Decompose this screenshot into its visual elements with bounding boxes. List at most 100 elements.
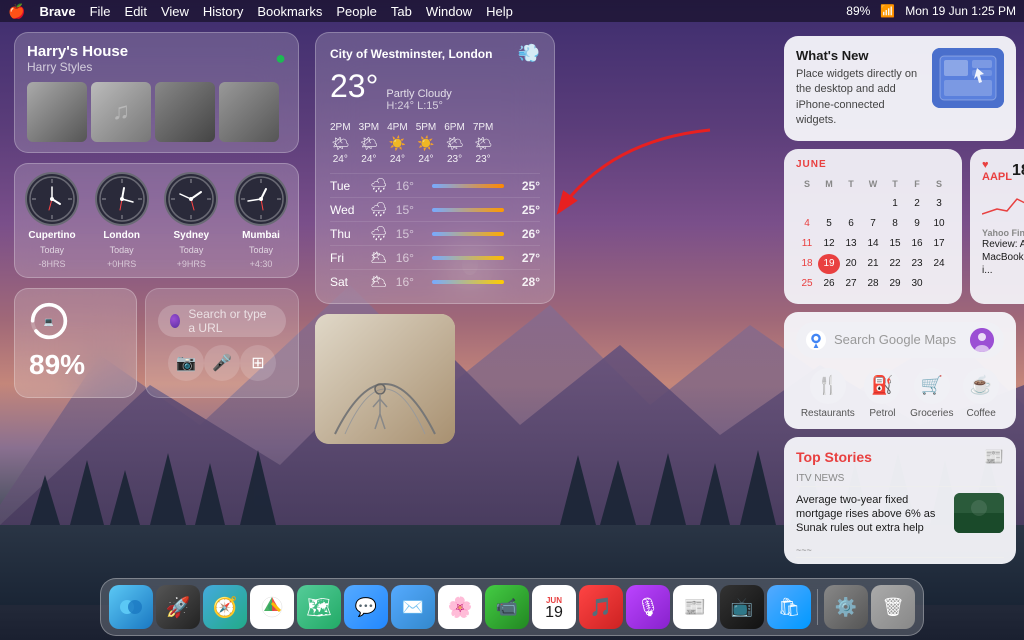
cal-hdr-tue: T — [840, 174, 862, 194]
weather-time-4: 5PM — [416, 122, 437, 133]
mic-icon[interactable]: 🎤 — [204, 345, 240, 381]
menubar-bookmarks[interactable]: Bookmarks — [257, 4, 322, 19]
menubar-app-name[interactable]: Brave — [39, 4, 75, 19]
dock-messages[interactable]: 💬 — [344, 585, 388, 629]
spotify-icon[interactable]: ● — [275, 48, 286, 69]
menubar-battery: 89% — [846, 4, 870, 18]
weather-hour-1: 2PM 🌤 24° — [330, 122, 351, 165]
maps-cat-label-groceries: Groceries — [910, 408, 953, 419]
weather-temp-2: 24° — [361, 154, 376, 165]
weather-icon-6: 🌤 — [474, 135, 492, 152]
maps-widget: Search Google Maps 🍴 Restaurants ⛽ Petro… — [784, 312, 1016, 429]
calendar-widget: JUNE S M T W T F S 1 2 3 4 — [784, 149, 962, 304]
weather-daily-forecast: Tue 🌧 16° 25° Wed 🌧 15° 25° Thu 🌧 15° 26… — [330, 173, 540, 293]
maps-cat-coffee[interactable]: ☕ Coffee — [963, 368, 999, 419]
maps-cat-label-restaurants: Restaurants — [801, 408, 855, 419]
menubar-help[interactable]: Help — [486, 4, 513, 19]
notification-panel: What's New Place widgets directly on the… — [776, 28, 1024, 572]
weather-day-fri: Fri 🌥 16° 27° — [330, 245, 540, 269]
calendar-month: JUNE — [796, 159, 950, 170]
dock-music[interactable]: 🎵 — [579, 585, 623, 629]
weather-wind-icon: 💨 — [518, 43, 540, 64]
album-thumb-2: ♫ — [91, 82, 151, 142]
clock-face-cupertino — [25, 172, 79, 226]
dock-appstore[interactable]: 🛍 — [767, 585, 811, 629]
dock-chrome[interactable] — [250, 585, 294, 629]
maps-cat-restaurants[interactable]: 🍴 Restaurants — [801, 368, 855, 419]
dock-mail[interactable]: ✉️ — [391, 585, 435, 629]
dock-podcast[interactable]: 🎙 — [626, 585, 670, 629]
weather-temp-3: 24° — [390, 154, 405, 165]
weather-hour-2: 3PM 🌤 24° — [359, 122, 380, 165]
whats-new-title: What's New — [796, 48, 922, 63]
whats-new-widget: What's New Place widgets directly on the… — [784, 36, 1016, 141]
music-widget: Harry's House Harry Styles ● ♫ — [14, 32, 299, 153]
clock-label-london: London — [103, 230, 140, 241]
dock-system-prefs[interactable]: ⚙️ — [824, 585, 868, 629]
weather-current-temp: 23° — [330, 68, 378, 105]
news-item-1[interactable]: Average two-year fixed mortgage rises ab… — [796, 486, 1004, 542]
stock-widget: ♥ AAPL 184.92 Yahoo Finance Review: Appl… — [970, 149, 1024, 304]
menubar-window[interactable]: Window — [426, 4, 472, 19]
weather-icon-1: 🌤 — [331, 135, 349, 152]
apple-logo-icon[interactable]: 🍎 — [8, 3, 25, 20]
weather-hour-6: 7PM 🌤 23° — [473, 122, 494, 165]
dock-trash[interactable]: 🗑 — [871, 585, 915, 629]
dock-facetime[interactable]: 📹 — [485, 585, 529, 629]
menubar-view[interactable]: View — [161, 4, 189, 19]
whats-new-body: Place widgets directly on the desktop an… — [796, 67, 922, 129]
clock-mumbai: Mumbai Today +4:30 — [234, 172, 288, 269]
clock-london: London Today +0HRS — [95, 172, 149, 269]
weather-icon-4: ☀️ — [417, 135, 434, 152]
weather-widget: City of Westminster, London 💨 23° Partly… — [315, 32, 555, 304]
dock-maps[interactable]: 🗺 — [297, 585, 341, 629]
weather-day-thu: Thu 🌧 15° 26° — [330, 221, 540, 245]
menubar-wifi-icon: 📶 — [880, 4, 895, 18]
stock-chart — [982, 189, 1024, 219]
weather-day-tue: Tue 🌧 16° 25° — [330, 173, 540, 197]
brave-logo-icon — [170, 314, 180, 328]
qr-icon[interactable]: ⊞ — [240, 345, 276, 381]
weather-time-6: 7PM — [473, 122, 494, 133]
svg-text:💻: 💻 — [44, 318, 54, 327]
top-stories-widget: Top Stories 📰 ITV NEWS Average two-year … — [784, 437, 1016, 564]
dock-news[interactable]: 📰 — [673, 585, 717, 629]
menubar-file[interactable]: File — [90, 4, 111, 19]
menubar-tab[interactable]: Tab — [391, 4, 412, 19]
url-search-bar[interactable]: Search or type a URL — [158, 305, 286, 337]
clock-sub-sydney: Today — [179, 245, 203, 255]
album-thumb-1 — [27, 82, 87, 142]
menubar-left: 🍎 Brave File Edit View History Bookmarks… — [8, 3, 513, 20]
dock-finder[interactable] — [109, 585, 153, 629]
dock-safari[interactable]: 🧭 — [203, 585, 247, 629]
url-search-placeholder: Search or type a URL — [188, 307, 274, 335]
maps-cat-groceries[interactable]: 🛒 Groceries — [910, 368, 953, 419]
weather-hour-5: 6PM 🌤 23° — [444, 122, 465, 165]
restaurant-icon: 🍴 — [810, 368, 846, 404]
weather-time-2: 3PM — [359, 122, 380, 133]
menubar-edit[interactable]: Edit — [125, 4, 147, 19]
news-item-2[interactable]: Rare marine heatwave off UK and Irish co… — [796, 557, 1004, 564]
calendar-header-row: S M T W T F S — [796, 174, 950, 194]
cal-week-4: 18 19 20 21 22 23 24 — [796, 254, 950, 274]
menubar-history[interactable]: History — [203, 4, 243, 19]
battery-widget: 💻 89% — [14, 288, 137, 398]
dock-launchpad[interactable]: 🚀 — [156, 585, 200, 629]
weather-temp-6: 23° — [476, 154, 491, 165]
weather-temp-5: 23° — [447, 154, 462, 165]
music-album-images: ♫ — [27, 82, 286, 142]
dock-photos[interactable]: 🌸 — [438, 585, 482, 629]
search-widget: Search or type a URL 📷 🎤 ⊞ — [145, 288, 299, 398]
camera-icon[interactable]: 📷 — [168, 345, 204, 381]
maps-cat-petrol[interactable]: ⛽ Petrol — [864, 368, 900, 419]
weather-day-wed: Wed 🌧 15° 25° — [330, 197, 540, 221]
menubar-people[interactable]: People — [336, 4, 376, 19]
clock-face-london — [95, 172, 149, 226]
maps-search-bar[interactable]: Search Google Maps — [796, 322, 1004, 358]
cal-hdr-thu: T — [884, 174, 906, 194]
dock-tv[interactable]: 📺 — [720, 585, 764, 629]
dock-calendar[interactable]: JUN 19 — [532, 585, 576, 629]
calendar-today[interactable]: 19 — [818, 254, 840, 274]
cal-hdr-wed: W — [862, 174, 884, 194]
album-thumb-3 — [155, 82, 215, 142]
